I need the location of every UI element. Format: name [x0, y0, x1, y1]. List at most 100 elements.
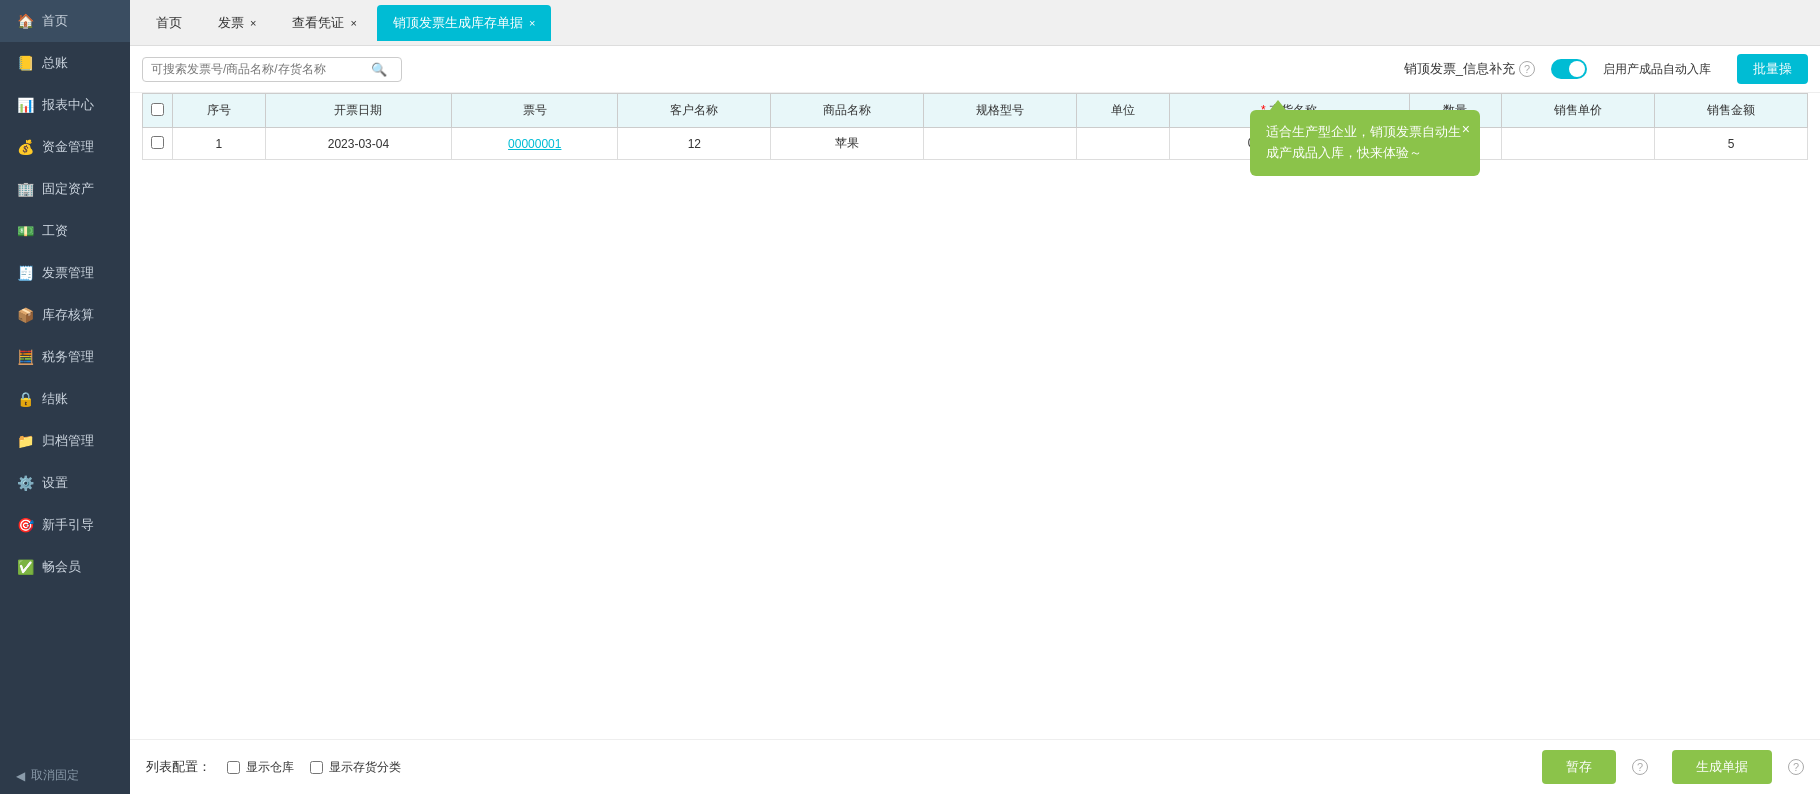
settings-icon: ⚙️ — [16, 474, 34, 492]
toolbar: 🔍 销顶发票_信息补充 ? 启用产成品自动入库 批量操 — [130, 46, 1820, 93]
sidebar-item-settings[interactable]: ⚙️ 设置 — [0, 462, 130, 504]
batch-button[interactable]: 批量操 — [1737, 54, 1808, 84]
sidebar-item-label: 总账 — [42, 54, 68, 72]
sidebar-item-label: 发票管理 — [42, 264, 94, 282]
capital-icon: 💰 — [16, 138, 34, 156]
sidebar-item-label: 结账 — [42, 390, 68, 408]
row-checkbox[interactable] — [151, 136, 164, 149]
ledger-icon: 📒 — [16, 54, 34, 72]
tab-invoice-label: 发票 — [218, 14, 244, 32]
tab-sales-invoice-close[interactable]: × — [529, 17, 535, 29]
sidebar-item-inventory[interactable]: 📦 库存核算 — [0, 294, 130, 336]
sidebar: 🏠 首页 📒 总账 📊 报表中心 💰 资金管理 🏢 固定资产 💵 工资 🧾 发票… — [0, 0, 130, 794]
sidebar-item-label: 新手引导 — [42, 516, 94, 534]
search-input[interactable] — [151, 62, 371, 76]
header-seq: 序号 — [173, 94, 266, 128]
tab-home-label: 首页 — [156, 14, 182, 32]
data-table: 序号 开票日期 票号 客户名称 商品名称 规格型号 单位 存货名称 数量 销售单… — [142, 93, 1808, 160]
member-icon: ✅ — [16, 558, 34, 576]
table-header-row: 序号 开票日期 票号 客户名称 商品名称 规格型号 单位 存货名称 数量 销售单… — [143, 94, 1808, 128]
row-goods-name: 苹果 — [771, 128, 924, 160]
toggle-label: 启用产成品自动入库 — [1603, 61, 1711, 78]
main-area: 首页 发票 × 查看凭证 × 销顶发票生成库存单据 × 🔍 销顶发票_信息补充 … — [130, 0, 1820, 794]
header-goods-name: 商品名称 — [771, 94, 924, 128]
tab-sales-invoice-label: 销顶发票生成库存单据 — [393, 14, 523, 32]
sidebar-item-tax[interactable]: 🧮 税务管理 — [0, 336, 130, 378]
sidebar-item-label: 报表中心 — [42, 96, 94, 114]
sidebar-item-archive[interactable]: 📁 归档管理 — [0, 420, 130, 462]
show-warehouse-label: 显示仓库 — [246, 759, 294, 776]
show-category-label: 显示存货分类 — [329, 759, 401, 776]
sidebar-item-home[interactable]: 🏠 首页 — [0, 0, 130, 42]
sidebar-item-guide[interactable]: 🎯 新手引导 — [0, 504, 130, 546]
row-spec — [924, 128, 1077, 160]
guide-icon: 🎯 — [16, 516, 34, 534]
tab-voucher[interactable]: 查看凭证 × — [276, 5, 372, 41]
salary-icon: 💵 — [16, 222, 34, 240]
table-wrap: 序号 开票日期 票号 客户名称 商品名称 规格型号 单位 存货名称 数量 销售单… — [130, 93, 1820, 739]
tab-voucher-label: 查看凭证 — [292, 14, 344, 32]
unpin-icon: ◀ — [16, 769, 25, 783]
table-body: 1 2023-03-04 00000001 12 苹果 000001 苹果 个 … — [143, 128, 1808, 160]
archive-icon: 📁 — [16, 432, 34, 450]
sidebar-item-fixed[interactable]: 🏢 固定资产 — [0, 168, 130, 210]
sidebar-item-label: 库存核算 — [42, 306, 94, 324]
unpin-button[interactable]: ◀ 取消固定 — [0, 757, 130, 794]
home-icon: 🏠 — [16, 12, 34, 30]
info-text: 销顶发票_信息补充 — [1404, 60, 1515, 78]
sidebar-item-label: 税务管理 — [42, 348, 94, 366]
sidebar-item-member[interactable]: ✅ 畅会员 — [0, 546, 130, 588]
auto-warehouse-toggle[interactable] — [1551, 59, 1587, 79]
tab-voucher-close[interactable]: × — [350, 17, 356, 29]
show-warehouse-checkbox[interactable] — [227, 761, 240, 774]
row-checkbox-cell — [143, 128, 173, 160]
header-unit-price: 销售单价 — [1502, 94, 1655, 128]
tab-invoice-close[interactable]: × — [250, 17, 256, 29]
sidebar-item-reports[interactable]: 📊 报表中心 — [0, 84, 130, 126]
sidebar-item-label: 资金管理 — [42, 138, 94, 156]
table-row: 1 2023-03-04 00000001 12 苹果 000001 苹果 个 … — [143, 128, 1808, 160]
row-amount: 5 — [1655, 128, 1808, 160]
tooltip-popup: × 适合生产型企业，销顶发票自动生成产成品入库，快来体验～ — [1250, 110, 1480, 176]
unpin-label: 取消固定 — [31, 767, 79, 784]
sidebar-item-capital[interactable]: 💰 资金管理 — [0, 126, 130, 168]
tooltip-text: 适合生产型企业，销顶发票自动生成产成品入库，快来体验～ — [1266, 124, 1461, 160]
list-config-label: 列表配置： — [146, 758, 211, 776]
invoice-icon: 🧾 — [16, 264, 34, 282]
show-warehouse-row[interactable]: 显示仓库 — [227, 759, 294, 776]
header-ticket-no: 票号 — [452, 94, 618, 128]
search-icon[interactable]: 🔍 — [371, 62, 387, 77]
row-seq: 1 — [173, 128, 266, 160]
row-ticket-no[interactable]: 00000001 — [452, 128, 618, 160]
sidebar-item-label: 畅会员 — [42, 558, 81, 576]
save-button[interactable]: 暂存 — [1542, 750, 1616, 784]
show-category-row[interactable]: 显示存货分类 — [310, 759, 401, 776]
sidebar-item-ledger[interactable]: 📒 总账 — [0, 42, 130, 84]
fixed-icon: 🏢 — [16, 180, 34, 198]
info-label-area: 销顶发票_信息补充 ? — [1404, 60, 1535, 78]
tooltip-close-icon[interactable]: × — [1462, 118, 1470, 140]
sidebar-item-salary[interactable]: 💵 工资 — [0, 210, 130, 252]
bottom-bar: 列表配置： 显示仓库 显示存货分类 暂存 ? 生成单据 ? — [130, 739, 1820, 794]
sidebar-item-invoice[interactable]: 🧾 发票管理 — [0, 252, 130, 294]
close-books-icon: 🔒 — [16, 390, 34, 408]
sidebar-item-label: 设置 — [42, 474, 68, 492]
tab-home[interactable]: 首页 — [140, 5, 198, 41]
search-box[interactable]: 🔍 — [142, 57, 402, 82]
show-category-checkbox[interactable] — [310, 761, 323, 774]
sidebar-item-close[interactable]: 🔒 结账 — [0, 378, 130, 420]
tab-invoice[interactable]: 发票 × — [202, 5, 272, 41]
row-date: 2023-03-04 — [265, 128, 451, 160]
sidebar-item-label: 归档管理 — [42, 432, 94, 450]
info-help-icon[interactable]: ? — [1519, 61, 1535, 77]
tab-sales-invoice[interactable]: 销顶发票生成库存单据 × — [377, 5, 551, 41]
save-help-icon[interactable]: ? — [1632, 759, 1648, 775]
header-unit: 单位 — [1076, 94, 1169, 128]
select-all-checkbox[interactable] — [151, 103, 164, 116]
generate-button[interactable]: 生成单据 — [1672, 750, 1772, 784]
generate-help-icon[interactable]: ? — [1788, 759, 1804, 775]
header-amount: 销售金额 — [1655, 94, 1808, 128]
row-customer: 12 — [618, 128, 771, 160]
sidebar-item-label: 首页 — [42, 12, 68, 30]
tab-bar: 首页 发票 × 查看凭证 × 销顶发票生成库存单据 × — [130, 0, 1820, 46]
